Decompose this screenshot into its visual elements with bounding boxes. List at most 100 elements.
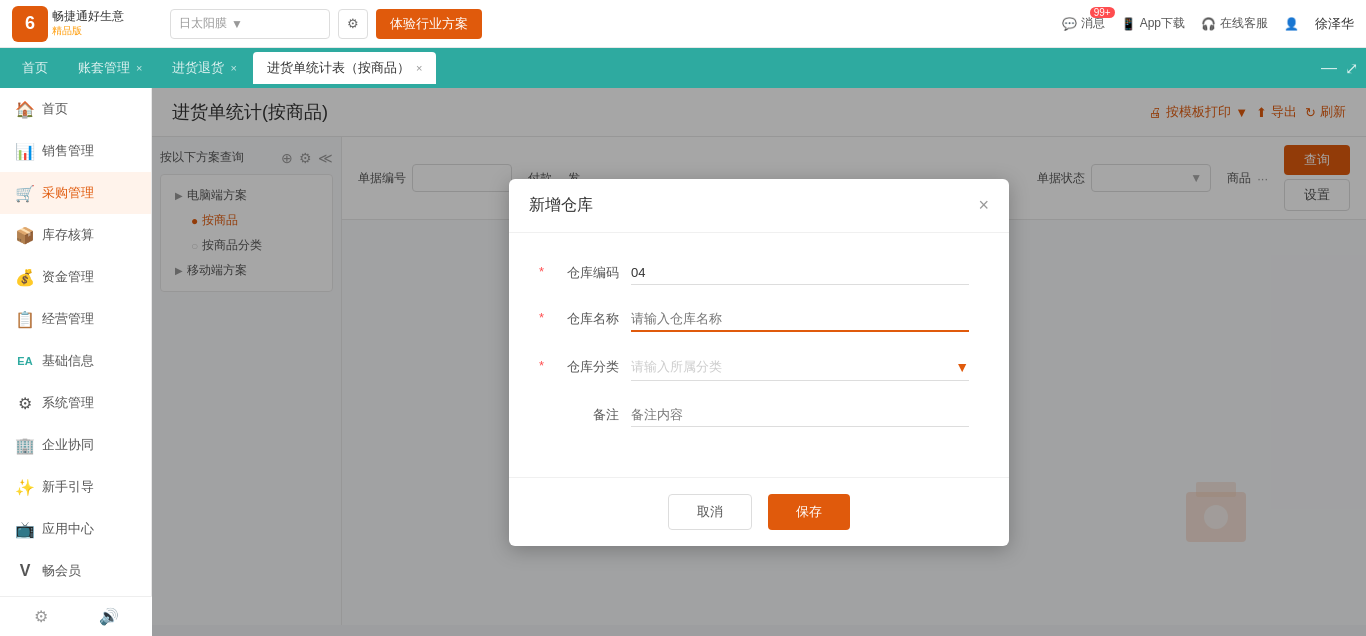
tab-purchase-return-label: 进货退货 [172, 59, 224, 77]
search-input-area[interactable]: 日太阳膜 ▼ [170, 9, 330, 39]
sidebar-item-operation-label: 经营管理 [42, 310, 94, 328]
tab-accounts[interactable]: 账套管理 × [64, 52, 156, 84]
category-label: 仓库分类 [549, 358, 619, 376]
guide-icon: ✨ [16, 478, 34, 496]
name-input[interactable] [631, 307, 969, 332]
sidebar-item-system[interactable]: ⚙ 系统管理 [0, 382, 151, 424]
sidebar-item-inventory[interactable]: 📦 库存核算 [0, 214, 151, 256]
message-button[interactable]: 💬 消息 99+ [1062, 15, 1105, 32]
mobile-icon: 📱 [1121, 17, 1136, 31]
apps-icon: 📺 [16, 520, 34, 538]
tab-purchase-stats-label: 进货单统计表（按商品） [267, 59, 410, 77]
cancel-button[interactable]: 取消 [668, 494, 752, 530]
content-area: 进货单统计(按商品) 🖨 按模板打印 ▼ ⬆ 导出 ↻ 刷新 [152, 88, 1366, 636]
settings-button[interactable]: ⚙ [338, 9, 368, 39]
enterprise-icon: 🏢 [16, 436, 34, 454]
tab-purchase-stats-close[interactable]: × [416, 62, 422, 74]
sidebar-item-purchase[interactable]: 🛒 采购管理 [0, 172, 151, 214]
form-row-code: 仓库编码 [549, 261, 969, 285]
logo-area: 6 畅捷通好生意 精品版 [12, 6, 162, 42]
user-name[interactable]: 徐泽华 [1315, 15, 1354, 33]
remark-label: 备注 [549, 406, 619, 424]
dropdown-icon: ▼ [231, 17, 243, 31]
main-layout: 🏠 首页 📊 销售管理 🛒 采购管理 📦 库存核算 💰 资金管理 📋 经营管理 … [0, 88, 1366, 636]
online-service-button[interactable]: 🎧 在线客服 [1201, 15, 1268, 32]
sidebar-item-member-label: 畅会员 [42, 562, 81, 580]
inventory-icon: 📦 [16, 226, 34, 244]
tab-accounts-close[interactable]: × [136, 62, 142, 74]
remark-input[interactable] [631, 403, 969, 427]
sidebar-item-guide-label: 新手引导 [42, 478, 94, 496]
sidebar-item-apps-label: 应用中心 [42, 520, 94, 538]
operation-icon: 📋 [16, 310, 34, 328]
modal-body: 仓库编码 仓库名称 仓库分类 请输入所属分类 ▼ [509, 233, 1009, 477]
notif-badge: 99+ [1090, 7, 1115, 18]
sidebar-item-sales-label: 销售管理 [42, 142, 94, 160]
basic-info-icon: EA [16, 352, 34, 370]
form-row-name: 仓库名称 [549, 307, 969, 332]
sidebar-item-apps[interactable]: 📺 应用中心 [0, 508, 151, 550]
message-icon: 💬 [1062, 17, 1077, 31]
nav-tabs: 首页 账套管理 × 进货退货 × 进货单统计表（按商品） × — ⤢ [0, 48, 1366, 88]
modal-footer: 取消 保存 [509, 477, 1009, 546]
sidebar-item-finance-label: 资金管理 [42, 268, 94, 286]
tab-expand-button[interactable]: ⤢ [1345, 59, 1358, 78]
form-row-category: 仓库分类 请输入所属分类 ▼ [549, 354, 969, 381]
sidebar: 🏠 首页 📊 销售管理 🛒 采购管理 📦 库存核算 💰 资金管理 📋 经营管理 … [0, 88, 152, 636]
sidebar-item-sales[interactable]: 📊 销售管理 [0, 130, 151, 172]
tab-home[interactable]: 首页 [8, 52, 62, 84]
tab-accounts-label: 账套管理 [78, 59, 130, 77]
home-icon: 🏠 [16, 100, 34, 118]
member-icon: V [16, 562, 34, 580]
code-label: 仓库编码 [549, 264, 619, 282]
sidebar-collapse-button[interactable]: ⚙ [34, 607, 48, 626]
sidebar-item-purchase-label: 采购管理 [42, 184, 94, 202]
purchase-icon: 🛒 [16, 184, 34, 202]
sidebar-item-inventory-label: 库存核算 [42, 226, 94, 244]
sidebar-item-home[interactable]: 🏠 首页 [0, 88, 151, 130]
tab-home-label: 首页 [22, 59, 48, 77]
sidebar-item-operation[interactable]: 📋 经营管理 [0, 298, 151, 340]
sidebar-item-home-label: 首页 [42, 100, 68, 118]
sidebar-item-enterprise-label: 企业协同 [42, 436, 94, 454]
modal-title: 新增仓库 [529, 195, 593, 216]
user-avatar: 👤 [1284, 17, 1299, 31]
sidebar-audio-button[interactable]: 🔊 [99, 607, 119, 626]
modal-overlay: 新增仓库 × 仓库编码 仓库名称 仓库分类 请输入 [152, 88, 1366, 636]
name-label: 仓库名称 [549, 310, 619, 328]
headset-icon: 🎧 [1201, 17, 1216, 31]
code-input[interactable] [631, 261, 969, 285]
sidebar-item-finance[interactable]: 💰 资金管理 [0, 256, 151, 298]
logo-text-block: 畅捷通好生意 精品版 [52, 9, 124, 39]
logo-text: 畅捷通好生意 [52, 9, 124, 25]
logo-icon: 6 [12, 6, 48, 42]
modal-close-button[interactable]: × [978, 195, 989, 216]
form-row-remark: 备注 [549, 403, 969, 427]
sidebar-bottom-bar: ⚙ 🔊 [0, 596, 152, 636]
avatar-icon: 👤 [1284, 17, 1299, 31]
sidebar-item-guide[interactable]: ✨ 新手引导 [0, 466, 151, 508]
sidebar-item-system-label: 系统管理 [42, 394, 94, 412]
tab-minimize-button[interactable]: — [1321, 59, 1337, 78]
search-value: 日太阳膜 [179, 15, 227, 32]
topbar-right: 💬 消息 99+ 📱 App下载 🎧 在线客服 👤 徐泽华 [1062, 15, 1354, 33]
sidebar-item-enterprise[interactable]: 🏢 企业协同 [0, 424, 151, 466]
modal-header: 新增仓库 × [509, 179, 1009, 233]
sidebar-item-basic-info-label: 基础信息 [42, 352, 94, 370]
system-icon: ⚙ [16, 394, 34, 412]
app-download-button[interactable]: 📱 App下载 [1121, 15, 1185, 32]
trial-button[interactable]: 体验行业方案 [376, 9, 482, 39]
category-arrow-icon: ▼ [955, 359, 969, 375]
category-placeholder: 请输入所属分类 [631, 358, 722, 376]
category-select[interactable]: 请输入所属分类 ▼ [631, 354, 969, 381]
new-warehouse-modal: 新增仓库 × 仓库编码 仓库名称 仓库分类 请输入 [509, 179, 1009, 546]
finance-icon: 💰 [16, 268, 34, 286]
tab-purchase-return-close[interactable]: × [230, 62, 236, 74]
tab-purchase-stats[interactable]: 进货单统计表（按商品） × [253, 52, 436, 84]
sidebar-item-basic-info[interactable]: EA 基础信息 [0, 340, 151, 382]
topbar: 6 畅捷通好生意 精品版 日太阳膜 ▼ ⚙ 体验行业方案 💬 消息 99+ 📱 … [0, 0, 1366, 48]
sidebar-item-member[interactable]: V 畅会员 [0, 550, 151, 592]
save-button[interactable]: 保存 [768, 494, 850, 530]
sales-icon: 📊 [16, 142, 34, 160]
tab-purchase-return[interactable]: 进货退货 × [158, 52, 250, 84]
